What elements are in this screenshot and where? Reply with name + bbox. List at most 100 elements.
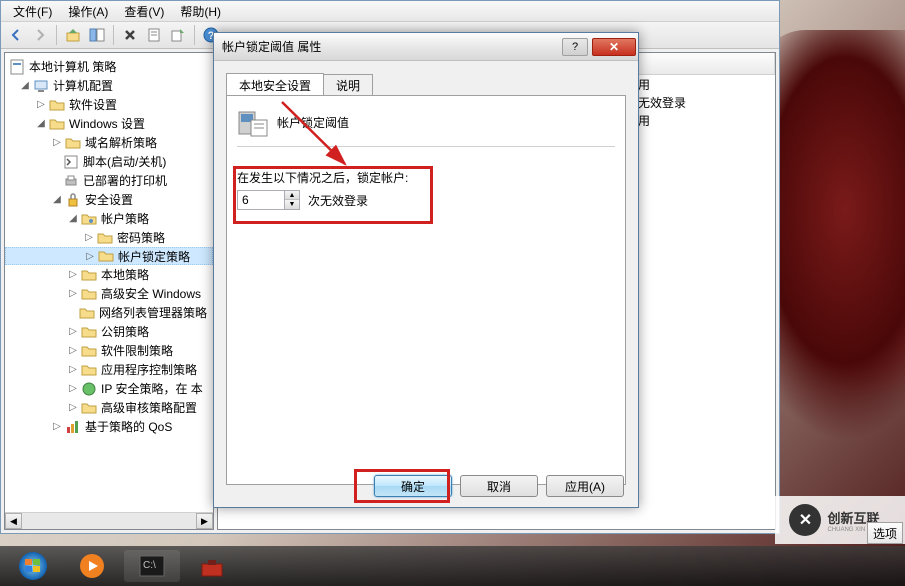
folder-icon [81,267,97,283]
menu-file[interactable]: 文件(F) [5,1,60,22]
expand-icon[interactable]: ▷ [67,345,79,357]
tree-security-settings[interactable]: ◢ 安全设置 [5,190,213,209]
collapse-icon[interactable]: ◢ [51,194,63,206]
apply-button[interactable]: 应用(A) [546,475,624,497]
tree-label: 软件限制策略 [101,342,173,359]
tree-label: 帐户策略 [101,210,149,227]
properties-button[interactable] [143,24,165,46]
menu-help[interactable]: 帮助(H) [172,1,229,22]
tree-scripts[interactable]: 脚本(启动/关机) [5,152,213,171]
spin-down-button[interactable]: ▼ [285,200,299,209]
ipsec-icon [81,381,97,397]
close-button[interactable]: ✕ [592,38,636,56]
unit-label: 次无效登录 [308,192,368,209]
script-icon [63,154,79,170]
tree-ip-security[interactable]: ▷ IP 安全策略，在 本 [5,379,213,398]
tree-label: 本地策略 [101,266,149,283]
expand-icon[interactable]: ▷ [67,364,79,376]
tree-lockout-policy[interactable]: ▷ 帐户锁定策略 [5,247,213,265]
tab-page: 帐户锁定阈值 在发生以下情况之后，锁定帐户: ▲ ▼ 次无效登录 [226,95,626,485]
scroll-right-button[interactable]: ▶ [196,513,213,529]
show-hide-button[interactable] [86,24,108,46]
ok-button[interactable]: 确定 [374,475,452,497]
tree-label: 已部署的打印机 [83,172,167,189]
menu-action[interactable]: 操作(A) [60,1,116,22]
options-tab[interactable]: 选项 [867,522,903,544]
taskbar-toolbox[interactable] [184,550,240,582]
tree-label: 帐户锁定策略 [118,248,190,265]
spin-up-button[interactable]: ▲ [285,191,299,200]
tree-label: 应用程序控制策略 [101,361,197,378]
folder-icon [49,97,65,113]
security-icon [65,192,81,208]
tabstrip: 本地安全设置 说明 [226,73,626,95]
export-button[interactable] [167,24,189,46]
folder-icon [79,305,95,321]
start-button[interactable] [6,550,60,582]
tree-windows-settings[interactable]: ◢ Windows 设置 [5,114,213,133]
collapse-icon[interactable]: ◢ [19,80,31,92]
folder-icon [81,343,97,359]
expand-icon[interactable]: ▷ [83,232,95,244]
scroll-left-button[interactable]: ◀ [5,513,22,529]
expand-icon[interactable]: ▷ [67,288,79,300]
folder-icon [81,324,97,340]
tree-label: 域名解析策略 [85,134,157,151]
scroll-track[interactable] [22,513,196,529]
menu-view[interactable]: 查看(V) [116,1,172,22]
back-button[interactable] [5,24,27,46]
tree-local-policies[interactable]: ▷ 本地策略 [5,265,213,284]
tree-label: 计算机配置 [53,77,113,94]
tree-advanced-firewall[interactable]: ▷ 高级安全 Windows [5,284,213,303]
tree-label: 密码策略 [117,229,165,246]
tab-explain[interactable]: 说明 [323,74,373,96]
collapse-icon[interactable]: ◢ [35,118,47,130]
tree-dns-policy[interactable]: ▷ 域名解析策略 [5,133,213,152]
expand-icon[interactable]: ▷ [67,402,79,414]
taskbar-media-player[interactable] [64,550,120,582]
tree-password-policy[interactable]: ▷ 密码策略 [5,228,213,247]
svg-text:C:\: C:\ [143,560,156,571]
collapse-icon[interactable]: ◢ [67,213,79,225]
tree-account-policies[interactable]: ◢ 帐户策略 [5,209,213,228]
tree-computer-config[interactable]: ◢ 计算机配置 [5,76,213,95]
expand-icon[interactable]: ▷ [84,250,96,262]
cancel-button[interactable]: 取消 [460,475,538,497]
folder-icon [81,362,97,378]
tree-label: 网络列表管理器策略 [99,304,207,321]
taskbar: C:\ [0,546,905,586]
printer-icon [63,173,79,189]
dialog-title: 帐户锁定阈值 属性 [222,38,562,55]
expand-icon[interactable]: ▷ [67,269,79,281]
tab-local-security[interactable]: 本地安全设置 [226,73,324,95]
dialog-titlebar[interactable]: 帐户锁定阈值 属性 ? ✕ [214,33,638,61]
expand-icon[interactable]: ▷ [51,137,63,149]
tree-software-restrict[interactable]: ▷ 软件限制策略 [5,341,213,360]
tree-advanced-audit[interactable]: ▷ 高级审核策略配置 [5,398,213,417]
folder-icon [81,286,97,302]
help-button[interactable]: ? [562,38,588,56]
taskbar-cmd[interactable]: C:\ [124,550,180,582]
threshold-input[interactable] [237,190,285,210]
tree-root[interactable]: 本地计算机 策略 [5,57,213,76]
delete-button[interactable] [119,24,141,46]
tree-public-key[interactable]: ▷ 公钥策略 [5,322,213,341]
forward-button[interactable] [29,24,51,46]
tree-network-list[interactable]: 网络列表管理器策略 [5,303,213,322]
tree-printers[interactable]: 已部署的打印机 [5,171,213,190]
tree-label: 软件设置 [69,96,117,113]
tree-label: 基于策略的 QoS [85,418,172,435]
tree-pane[interactable]: 本地计算机 策略 ◢ 计算机配置 ▷ 软件设置 ◢ Windows 设置 ▷ 域… [4,52,214,530]
expand-icon[interactable]: ▷ [35,99,47,111]
tree-policy-qos[interactable]: ▷ 基于策略的 QoS [5,417,213,436]
folder-icon [98,248,114,264]
tree-software-settings[interactable]: ▷ 软件设置 [5,95,213,114]
up-button[interactable] [62,24,84,46]
expand-icon[interactable]: ▷ [51,421,63,433]
expand-icon[interactable]: ▷ [67,326,79,338]
tree-app-control[interactable]: ▷ 应用程序控制策略 [5,360,213,379]
tree-label: 高级安全 Windows [101,285,201,302]
expand-icon[interactable]: ▷ [67,383,79,395]
policy-icon [9,59,25,75]
horizontal-scrollbar[interactable]: ◀ ▶ [5,512,213,529]
